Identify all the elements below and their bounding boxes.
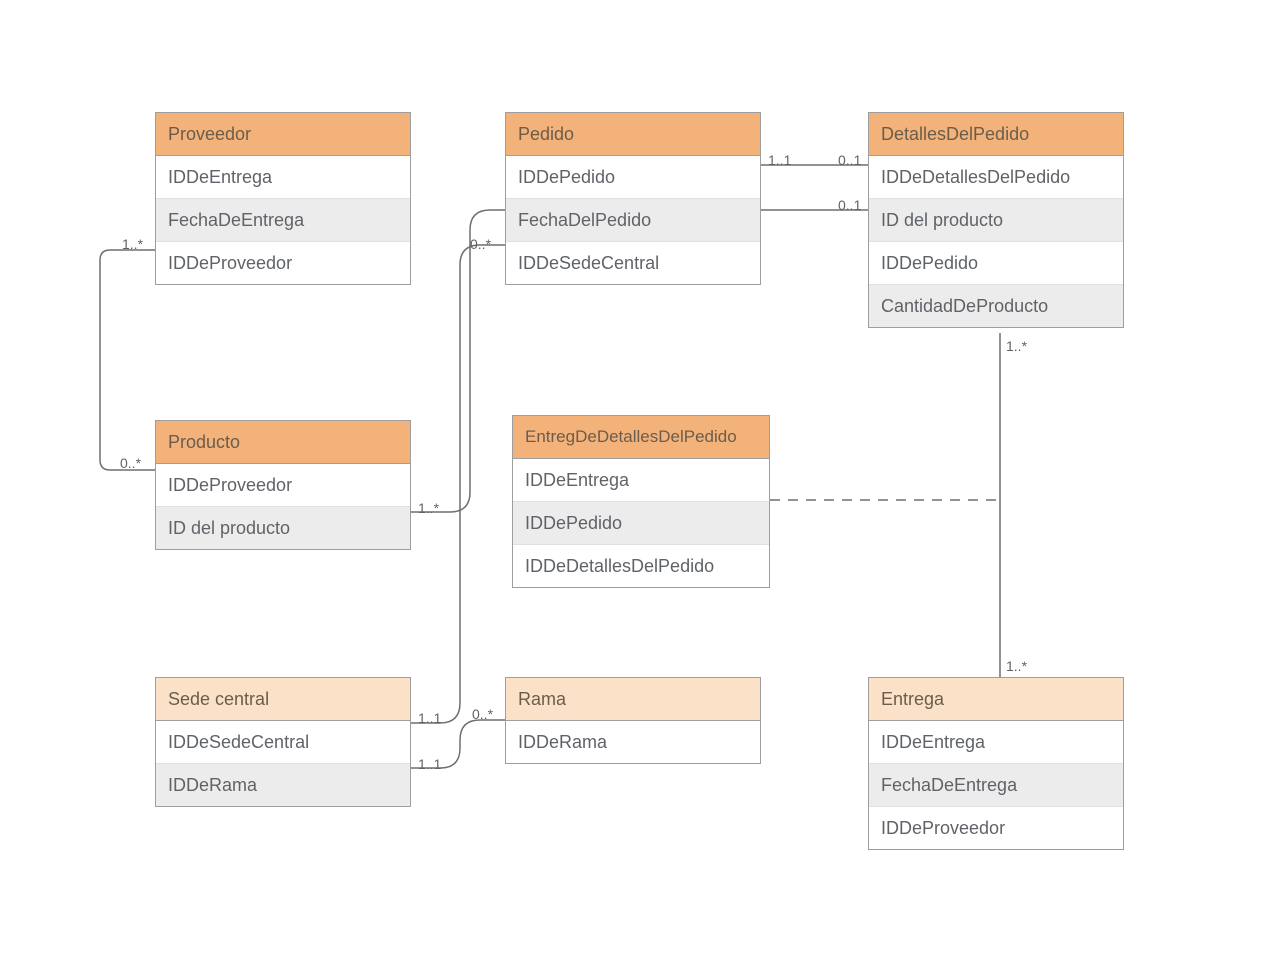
entity-attr: ID del producto (156, 507, 410, 549)
edge-proveedor-producto (100, 250, 155, 470)
multiplicity-label: 0..* (470, 236, 491, 252)
entity-attr: IDDeSedeCentral (506, 242, 760, 284)
entity-title: Sede central (156, 678, 410, 721)
entity-attr: FechaDeEntrega (869, 764, 1123, 807)
entity-attr: IDDeEntrega (869, 721, 1123, 764)
entity-attr: FechaDeEntrega (156, 199, 410, 242)
entity-attr: IDDeProveedor (156, 242, 410, 284)
entity-attr: FechaDelPedido (506, 199, 760, 242)
er-diagram-canvas: Proveedor IDDeEntrega FechaDeEntrega IDD… (0, 0, 1268, 964)
entity-detalles-del-pedido: DetallesDelPedido IDDeDetallesDelPedido … (868, 112, 1124, 328)
entity-title: Proveedor (156, 113, 410, 156)
entity-title: Pedido (506, 113, 760, 156)
multiplicity-label: 0..* (120, 455, 141, 471)
entity-attr: IDDePedido (506, 156, 760, 199)
entity-attr: CantidadDeProducto (869, 285, 1123, 327)
entity-attr: IDDeProveedor (156, 464, 410, 507)
multiplicity-label: 1..1 (768, 152, 791, 168)
entity-producto: Producto IDDeProveedor ID del producto (155, 420, 411, 550)
entity-attr: IDDeDetallesDelPedido (513, 545, 769, 587)
multiplicity-label: 0..1 (838, 197, 861, 213)
entity-attr: IDDeDetallesDelPedido (869, 156, 1123, 199)
multiplicity-label: 0..* (472, 706, 493, 722)
entity-rama: Rama IDDeRama (505, 677, 761, 764)
multiplicity-label: 1..* (1006, 658, 1027, 674)
entity-title: Rama (506, 678, 760, 721)
entity-title: Entrega (869, 678, 1123, 721)
entity-title: EntregDeDetallesDelPedido (513, 416, 769, 459)
entity-entrega: Entrega IDDeEntrega FechaDeEntrega IDDeP… (868, 677, 1124, 850)
entity-attr: IDDeSedeCentral (156, 721, 410, 764)
entity-attr: ID del producto (869, 199, 1123, 242)
entity-attr: IDDeProveedor (869, 807, 1123, 849)
entity-attr: IDDeRama (506, 721, 760, 763)
entity-attr: IDDePedido (869, 242, 1123, 285)
entity-attr: IDDeRama (156, 764, 410, 806)
entity-attr: IDDeEntrega (513, 459, 769, 502)
entity-title: DetallesDelPedido (869, 113, 1123, 156)
multiplicity-label: 1..1 (418, 756, 441, 772)
entity-proveedor: Proveedor IDDeEntrega FechaDeEntrega IDD… (155, 112, 411, 285)
entity-entreg-de-detalles-del-pedido: EntregDeDetallesDelPedido IDDeEntrega ID… (512, 415, 770, 588)
edge-sede-pedido (411, 245, 505, 723)
entity-sede-central: Sede central IDDeSedeCentral IDDeRama (155, 677, 411, 807)
multiplicity-label: 1..* (418, 500, 439, 516)
multiplicity-label: 1..* (1006, 338, 1027, 354)
entity-attr: IDDeEntrega (156, 156, 410, 199)
entity-attr: IDDePedido (513, 502, 769, 545)
entity-title: Producto (156, 421, 410, 464)
multiplicity-label: 0..1 (838, 152, 861, 168)
entity-pedido: Pedido IDDePedido FechaDelPedido IDDeSed… (505, 112, 761, 285)
multiplicity-label: 1..1 (418, 710, 441, 726)
multiplicity-label: 1..* (122, 236, 143, 252)
